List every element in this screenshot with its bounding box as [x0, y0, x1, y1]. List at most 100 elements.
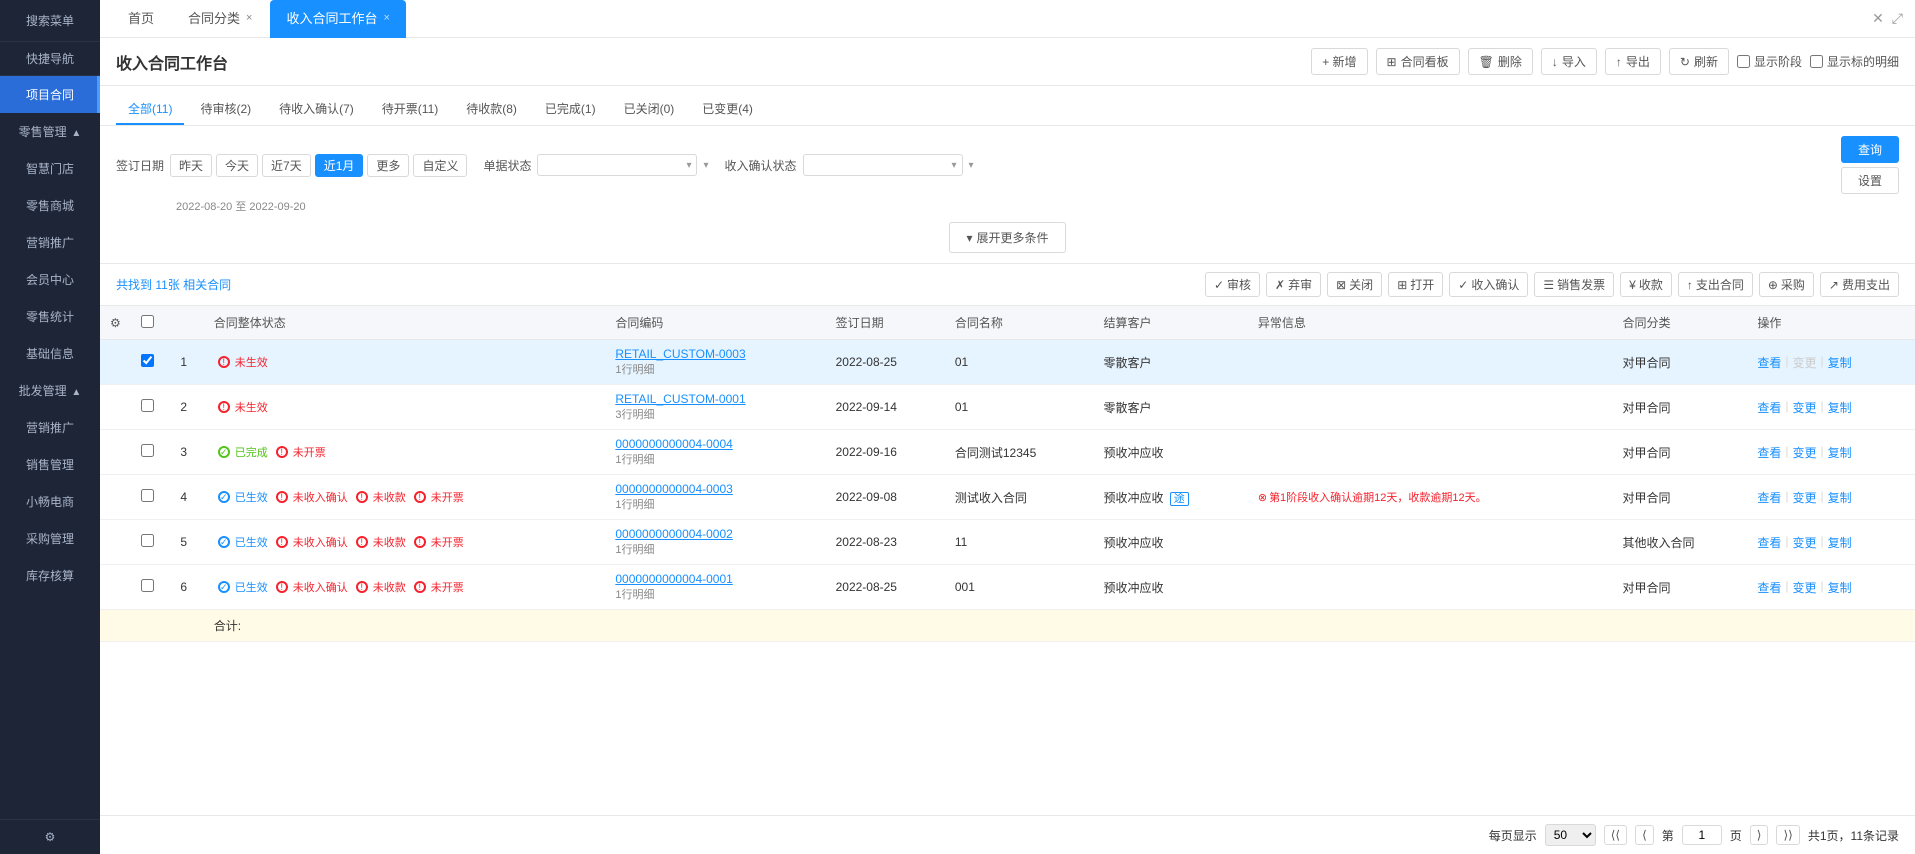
- last-page-btn[interactable]: ⟩⟩: [1776, 825, 1799, 845]
- sidebar-item-batch-mgmt[interactable]: 批发管理 ▲: [0, 372, 100, 409]
- tab-close-contract-category[interactable]: ×: [246, 12, 252, 24]
- tab-contract-category[interactable]: 合同分类×: [172, 0, 268, 38]
- settings-btn[interactable]: 设置: [1841, 167, 1899, 194]
- sidebar-item-inventory[interactable]: 库存核算: [0, 557, 100, 594]
- tab-close-income-contract[interactable]: ×: [383, 12, 389, 24]
- sidebar-item-retail-stats[interactable]: 零售统计: [0, 298, 100, 335]
- date-btn-yesterday[interactable]: 昨天: [170, 154, 212, 177]
- sidebar-search[interactable]: 搜索菜单: [0, 0, 100, 42]
- action-copy[interactable]: 复制: [1828, 489, 1852, 506]
- sidebar-item-sales-mgmt[interactable]: 销售管理: [0, 446, 100, 483]
- toolbar-btn-open[interactable]: ⊞打开: [1388, 272, 1443, 297]
- action-view[interactable]: 查看: [1757, 354, 1781, 371]
- row-checkbox[interactable]: [141, 579, 154, 592]
- action-change[interactable]: 变更: [1793, 489, 1817, 506]
- action-view[interactable]: 查看: [1757, 534, 1781, 551]
- filter-tab-closed[interactable]: 已关闭(0): [612, 94, 687, 125]
- toolbar-btn-review[interactable]: ✓审核: [1205, 272, 1260, 297]
- toolbar-btn-collect[interactable]: ¥收款: [1620, 272, 1672, 297]
- row-checkbox[interactable]: [141, 399, 154, 412]
- toolbar-btn-income-confirm[interactable]: ✓收入确认: [1449, 272, 1528, 297]
- window-close-btn[interactable]: ✕: [1872, 10, 1884, 27]
- contract-board-btn[interactable]: ⊞ 合同看板: [1376, 48, 1460, 75]
- prev-page-btn[interactable]: ⟨: [1635, 825, 1654, 845]
- toolbar-btn-abandon[interactable]: ✗弃审: [1266, 272, 1321, 297]
- contract-code-link[interactable]: 0000000000004-0002: [615, 527, 732, 541]
- export-btn[interactable]: ↑ 导出: [1605, 48, 1661, 75]
- action-change[interactable]: 变更: [1793, 399, 1817, 416]
- contract-code-link[interactable]: 0000000000004-0003: [615, 482, 732, 496]
- tab-home[interactable]: 首页: [112, 0, 170, 38]
- row-checkbox[interactable]: [141, 354, 154, 367]
- query-btn[interactable]: 查询: [1841, 136, 1899, 163]
- row-checkbox[interactable]: [141, 489, 154, 502]
- contract-code-link[interactable]: 0000000000004-0001: [615, 572, 732, 586]
- doc-status-select[interactable]: [537, 154, 697, 176]
- toolbar-btn-expense-out[interactable]: ↑支出合同: [1678, 272, 1753, 297]
- sidebar-item-retail-mgmt[interactable]: 零售管理 ▲: [0, 113, 100, 150]
- toolbar-btn-fee-out[interactable]: ↗费用支出: [1820, 272, 1899, 297]
- import-btn[interactable]: ↓ 导入: [1541, 48, 1597, 75]
- row-checkbox[interactable]: [141, 444, 154, 457]
- toolbar-btn-close[interactable]: ⊠关闭: [1327, 272, 1382, 297]
- action-copy[interactable]: 复制: [1828, 444, 1852, 461]
- sidebar-item-marketing[interactable]: 营销推广: [0, 224, 100, 261]
- date-btn-more[interactable]: 更多: [367, 154, 409, 177]
- show-segment-checkbox[interactable]: 显示阶段: [1737, 53, 1802, 70]
- action-view[interactable]: 查看: [1757, 579, 1781, 596]
- filter-tab-all[interactable]: 全部(11): [116, 94, 184, 125]
- show-detail-checkbox[interactable]: 显示标的明细: [1810, 53, 1899, 70]
- page-size-select[interactable]: 50 100 200: [1545, 824, 1596, 846]
- filter-tab-pending-review[interactable]: 待审核(2): [188, 94, 263, 125]
- action-change[interactable]: 变更: [1793, 444, 1817, 461]
- sidebar-quick-nav[interactable]: 快捷导航: [0, 42, 100, 76]
- action-view[interactable]: 查看: [1757, 399, 1781, 416]
- sidebar-item-members[interactable]: 会员中心: [0, 261, 100, 298]
- filter-tab-changed[interactable]: 已变更(4): [690, 94, 765, 125]
- col-setting[interactable]: ⚙: [100, 306, 131, 340]
- action-view[interactable]: 查看: [1757, 444, 1781, 461]
- sidebar-item-ecommerce[interactable]: 小畅电商: [0, 483, 100, 520]
- contract-code-link[interactable]: RETAIL_CUSTOM-0001: [615, 392, 745, 406]
- sidebar-item-marketing2[interactable]: 营销推广: [0, 409, 100, 446]
- first-page-btn[interactable]: ⟨⟨: [1604, 825, 1627, 845]
- filter-tab-pending-confirm[interactable]: 待收入确认(7): [267, 94, 366, 125]
- refresh-btn[interactable]: ↻ 刷新: [1669, 48, 1729, 75]
- date-btn-today[interactable]: 今天: [216, 154, 258, 177]
- date-btn-custom[interactable]: 自定义: [413, 154, 467, 177]
- page-input[interactable]: [1682, 825, 1722, 845]
- row-settlement-customer: 零散客户: [1093, 340, 1247, 385]
- sidebar-item-smart-store[interactable]: 智慧门店: [0, 150, 100, 187]
- sidebar-item-project[interactable]: 项目合同: [0, 76, 100, 113]
- contract-code-link[interactable]: RETAIL_CUSTOM-0003: [615, 347, 745, 361]
- action-copy[interactable]: 复制: [1828, 399, 1852, 416]
- col-checkbox[interactable]: [131, 306, 164, 340]
- next-page-btn[interactable]: ⟩: [1750, 825, 1769, 845]
- expand-filters-btn[interactable]: ▾ 展开更多条件: [949, 222, 1065, 253]
- new-btn[interactable]: + 新增: [1311, 48, 1367, 75]
- contract-code-link[interactable]: 0000000000004-0004: [615, 437, 732, 451]
- toolbar-btn-purchase[interactable]: ⊕采购: [1759, 272, 1814, 297]
- sidebar-item-basic-info[interactable]: 基础信息: [0, 335, 100, 372]
- toolbar-btn-sales-invoice[interactable]: ☰销售发票: [1534, 272, 1614, 297]
- delete-btn[interactable]: 🗑 删除: [1468, 48, 1533, 75]
- action-change[interactable]: 变更: [1793, 534, 1817, 551]
- window-expand-btn[interactable]: ⤢: [1892, 10, 1903, 27]
- action-copy[interactable]: 复制: [1828, 354, 1852, 371]
- action-view[interactable]: 查看: [1757, 489, 1781, 506]
- select-all-checkbox[interactable]: [141, 315, 154, 328]
- filter-tab-pending-payment[interactable]: 待收款(8): [454, 94, 529, 125]
- income-confirm-select[interactable]: [803, 154, 963, 176]
- date-btn-last7[interactable]: 近7天: [262, 154, 311, 177]
- sidebar-item-retail-mall[interactable]: 零售商城: [0, 187, 100, 224]
- filter-tab-pending-invoice[interactable]: 待开票(11): [370, 94, 450, 125]
- tab-income-contract[interactable]: 收入合同工作台×: [270, 0, 405, 38]
- sidebar-item-purchase[interactable]: 采购管理: [0, 520, 100, 557]
- sidebar-settings[interactable]: ⚙: [0, 819, 100, 854]
- action-copy[interactable]: 复制: [1828, 534, 1852, 551]
- date-btn-last1month[interactable]: 近1月: [315, 154, 364, 177]
- filter-tab-completed[interactable]: 已完成(1): [533, 94, 608, 125]
- action-copy[interactable]: 复制: [1828, 579, 1852, 596]
- row-checkbox[interactable]: [141, 534, 154, 547]
- action-change[interactable]: 变更: [1793, 579, 1817, 596]
